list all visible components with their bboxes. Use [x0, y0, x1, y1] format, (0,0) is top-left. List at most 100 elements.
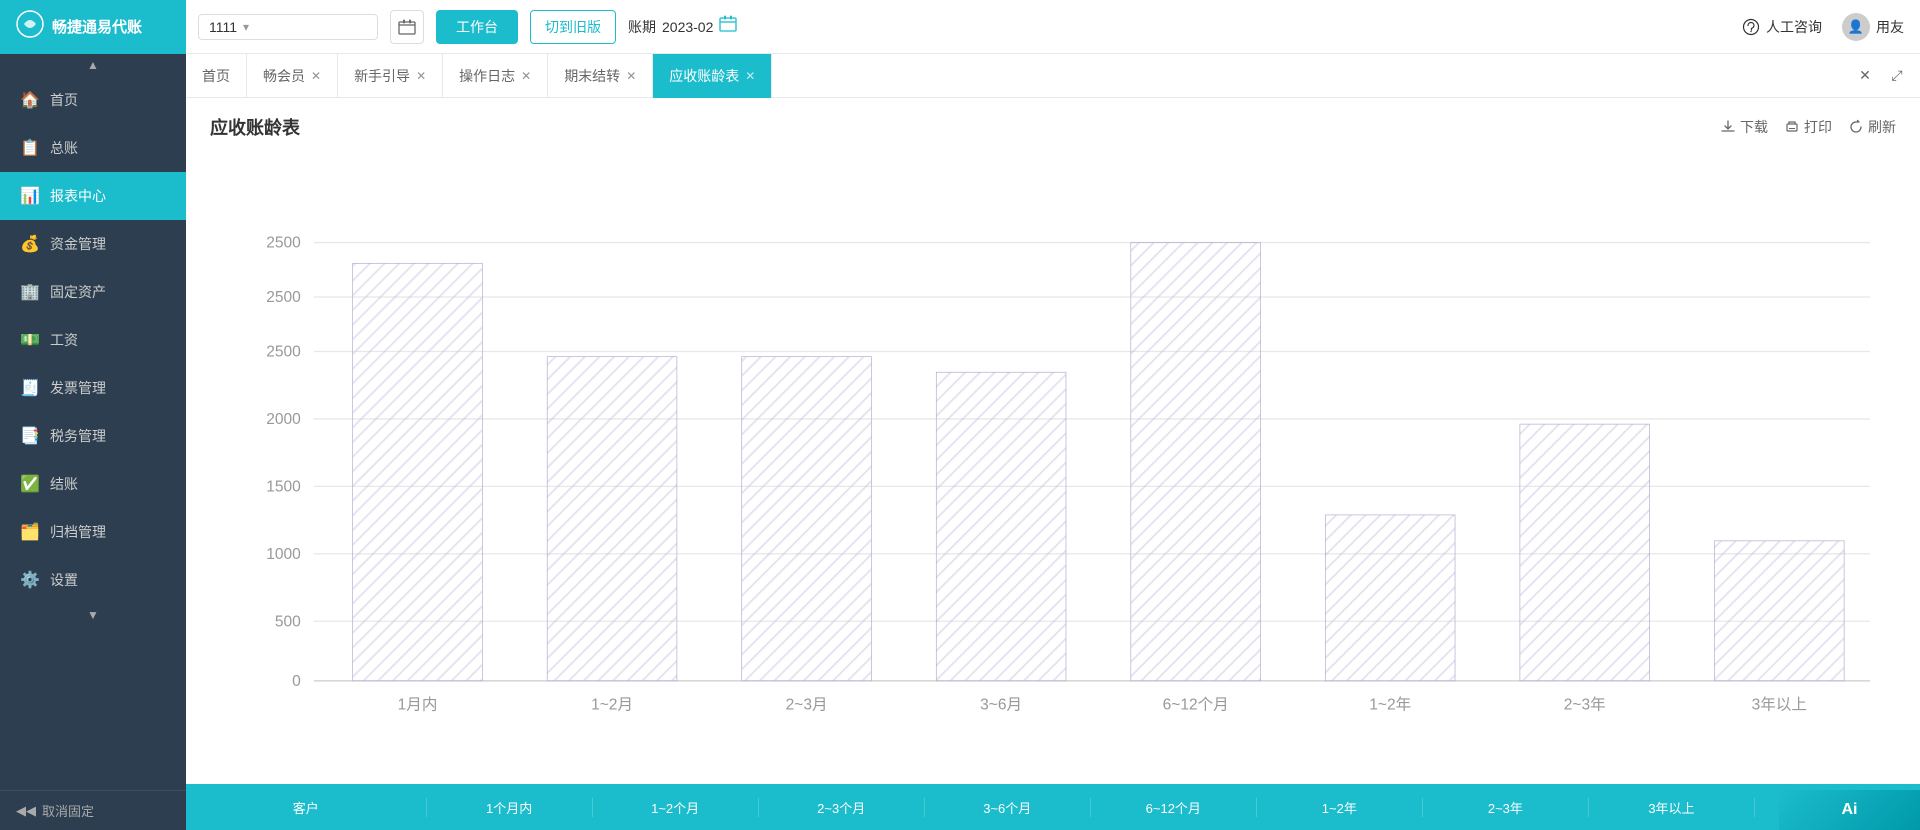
user-name: 用友	[1876, 17, 1904, 37]
consult-label: 人工咨询	[1766, 17, 1822, 37]
logo-area: 畅捷通易代账	[0, 0, 186, 54]
svg-text:0: 0	[292, 673, 301, 690]
svg-text:2500: 2500	[266, 235, 301, 252]
sidebar-label-home: 首页	[50, 90, 78, 110]
sidebar-label-salary: 工资	[50, 330, 78, 350]
svg-text:6~12个月: 6~12个月	[1163, 695, 1229, 713]
page-header: 应收账龄表 下载 打印 刷新	[186, 98, 1920, 152]
company-selector[interactable]: 1111 ▾	[198, 14, 378, 40]
ai-label: Ai	[1842, 801, 1858, 819]
sidebar-label-archive: 归档管理	[50, 522, 106, 542]
sidebar-label-ledger: 总账	[50, 138, 78, 158]
svg-text:2500: 2500	[266, 289, 301, 306]
sidebar-label-checkout: 结账	[50, 474, 78, 494]
page-actions: 下载 打印 刷新	[1720, 117, 1896, 137]
salary-icon: 💵	[20, 330, 40, 350]
calendar-icon[interactable]	[719, 15, 737, 38]
th-1-2month: 1~2个月	[593, 798, 759, 817]
download-button[interactable]: 下载	[1720, 117, 1768, 137]
chart-container: 2500 2500 2500 2000 1500 1000 500 0	[186, 152, 1920, 784]
content-area: 首页 畅会员 ✕ 新手引导 ✕ 操作日志 ✕ 期末结转 ✕ 应收账龄表 ✕	[186, 54, 1920, 830]
expand-tab-action[interactable]: ⤢	[1882, 61, 1912, 91]
logo-text: 畅捷通易代账	[52, 16, 142, 37]
tab-close-guide[interactable]: ✕	[416, 69, 426, 83]
settings-icon: ⚙️	[20, 570, 40, 590]
tab-close-aging[interactable]: ✕	[745, 69, 755, 83]
tax-icon: 📑	[20, 426, 40, 446]
period-label: 账期	[628, 17, 656, 37]
tab-label-oplog: 操作日志	[459, 66, 515, 86]
archive-button[interactable]	[390, 10, 424, 44]
tab-period-end[interactable]: 期末结转 ✕	[548, 54, 653, 98]
sidebar-label-invoice: 发票管理	[50, 378, 106, 398]
svg-text:1500: 1500	[266, 479, 301, 496]
th-1month: 1个月内	[427, 798, 593, 817]
invoice-icon: 🧾	[20, 378, 40, 398]
th-6-12month: 6~12个月	[1091, 798, 1257, 817]
sidebar-label-settings: 设置	[50, 570, 78, 590]
tab-home[interactable]: 首页	[186, 54, 247, 98]
svg-text:2~3年: 2~3年	[1564, 695, 1606, 713]
sidebar-item-assets[interactable]: 🏢 固定资产	[0, 268, 186, 316]
sidebar-label-reports: 报表中心	[50, 186, 106, 206]
period-area: 账期 2023-02	[628, 15, 737, 38]
pin-icon: ◀◀	[16, 803, 36, 819]
tab-close-oplog[interactable]: ✕	[521, 69, 531, 83]
tab-aging[interactable]: 应收账龄表 ✕	[653, 54, 772, 98]
sidebar-item-tax[interactable]: 📑 税务管理	[0, 412, 186, 460]
sidebar-label-assets: 固定资产	[50, 282, 106, 302]
svg-text:2~3月: 2~3月	[786, 696, 828, 713]
sidebar-item-reports[interactable]: 📊 报表中心	[0, 172, 186, 220]
tab-close-vip[interactable]: ✕	[311, 69, 321, 83]
refresh-button[interactable]: 刷新	[1848, 117, 1896, 137]
chart-svg: 2500 2500 2500 2000 1500 1000 500 0	[210, 168, 1896, 784]
sidebar-label-tax: 税务管理	[50, 426, 106, 446]
tab-label-guide: 新手引导	[354, 66, 410, 86]
tab-label-vip: 畅会员	[263, 66, 305, 86]
sidebar-item-checkout[interactable]: ✅ 结账	[0, 460, 186, 508]
sidebar-item-archive[interactable]: 🗂️ 归档管理	[0, 508, 186, 556]
th-3-6month: 3~6个月	[925, 798, 1091, 817]
sidebar-item-funds[interactable]: 💰 资金管理	[0, 220, 186, 268]
sidebar-item-settings[interactable]: ⚙️ 设置	[0, 556, 186, 604]
svg-text:1~2月: 1~2月	[591, 696, 633, 713]
top-header: 畅捷通易代账 1111 ▾ 工作台 切到旧版 账期 2023-02 人工咨询 👤…	[0, 0, 1920, 54]
funds-icon: 💰	[20, 234, 40, 254]
sidebar: ▲ 🏠 首页 📋 总账 📊 报表中心 💰 资金管理 🏢 固定资产 💵 工资 🧾 …	[0, 54, 186, 830]
th-1-2year: 1~2年	[1257, 798, 1423, 817]
tab-label-period-end: 期末结转	[564, 66, 620, 86]
sidebar-label-funds: 资金管理	[50, 234, 106, 254]
consult-button[interactable]: 人工咨询	[1742, 17, 1822, 37]
sidebar-item-ledger[interactable]: 📋 总账	[0, 124, 186, 172]
tab-label-aging: 应收账龄表	[669, 66, 739, 86]
th-3year-plus: 3年以上	[1589, 798, 1755, 817]
svg-text:1000: 1000	[266, 546, 301, 563]
svg-text:1月内: 1月内	[398, 695, 438, 713]
tab-actions: ✕ ⤢	[1850, 61, 1920, 91]
svg-text:3~6月: 3~6月	[980, 696, 1022, 713]
tab-vip[interactable]: 畅会员 ✕	[247, 54, 338, 98]
sidebar-item-invoice[interactable]: 🧾 发票管理	[0, 364, 186, 412]
sidebar-scroll-down[interactable]: ▼	[0, 604, 186, 626]
switch-version-button[interactable]: 切到旧版	[530, 10, 616, 44]
ai-badge[interactable]: Ai	[1779, 790, 1920, 830]
sidebar-scroll-up[interactable]: ▲	[0, 54, 186, 76]
tab-guide[interactable]: 新手引导 ✕	[338, 54, 443, 98]
sidebar-item-salary[interactable]: 💵 工资	[0, 316, 186, 364]
company-name: 1111	[209, 19, 237, 35]
tab-bar: 首页 畅会员 ✕ 新手引导 ✕ 操作日志 ✕ 期末结转 ✕ 应收账龄表 ✕	[186, 54, 1920, 98]
tab-oplog[interactable]: 操作日志 ✕	[443, 54, 548, 98]
user-area[interactable]: 👤 用友	[1842, 13, 1904, 41]
svg-text:3年以上: 3年以上	[1752, 695, 1807, 713]
print-button[interactable]: 打印	[1784, 117, 1832, 137]
th-customer: 客户	[186, 798, 427, 817]
avatar: 👤	[1842, 13, 1870, 41]
cancel-fixed-button[interactable]: ◀◀ 取消固定	[0, 790, 186, 830]
workbench-button[interactable]: 工作台	[436, 10, 518, 44]
main-layout: ▲ 🏠 首页 📋 总账 📊 报表中心 💰 资金管理 🏢 固定资产 💵 工资 🧾 …	[0, 54, 1920, 830]
sidebar-item-home[interactable]: 🏠 首页	[0, 76, 186, 124]
th-2-3month: 2~3个月	[759, 798, 925, 817]
tab-close-period-end[interactable]: ✕	[626, 69, 636, 83]
close-tab-action[interactable]: ✕	[1850, 61, 1880, 91]
tab-label-home: 首页	[202, 66, 230, 86]
